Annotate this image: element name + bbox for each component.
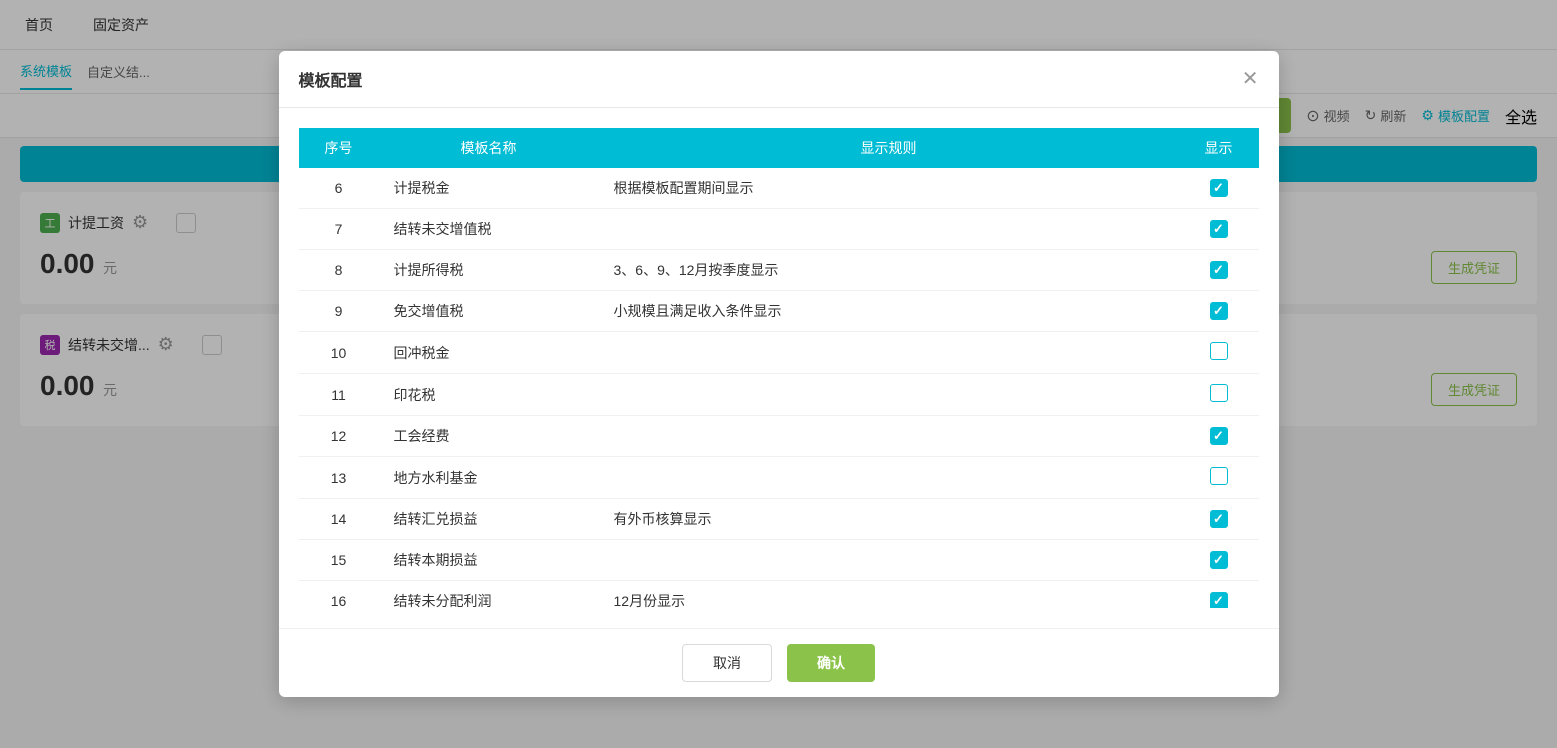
row-name-1: 结转未交增值税 [379,209,599,250]
col-header-name: 模板名称 [379,128,599,168]
modal-body: 序号 模板名称 显示规则 显示 6计提税金根据模板配置期间显示7结转未交增值税8… [279,108,1279,628]
row-check-cell-8 [1179,499,1259,540]
row-checkbox-5[interactable] [1210,384,1228,402]
row-index-6: 12 [299,416,379,457]
row-name-6: 工会经费 [379,416,599,457]
col-header-display: 显示 [1179,128,1259,168]
row-checkbox-0[interactable] [1210,179,1228,197]
table-scroll-container[interactable]: 序号 模板名称 显示规则 显示 6计提税金根据模板配置期间显示7结转未交增值税8… [299,128,1259,608]
modal-footer: 取消 确认 [279,628,1279,697]
table-body: 6计提税金根据模板配置期间显示7结转未交增值税8计提所得税3、6、9、12月按季… [299,168,1259,608]
table-row: 11印花税 [299,374,1259,416]
row-check-cell-2 [1179,250,1259,291]
row-name-9: 结转本期损益 [379,540,599,581]
col-header-rule: 显示规则 [599,128,1179,168]
row-check-cell-3 [1179,291,1259,332]
table-row: 6计提税金根据模板配置期间显示 [299,168,1259,209]
row-rule-9 [599,540,1179,581]
table-header: 序号 模板名称 显示规则 显示 [299,128,1259,168]
row-index-10: 16 [299,581,379,609]
row-name-7: 地方水利基金 [379,457,599,499]
row-checkbox-1[interactable] [1210,220,1228,238]
modal-close-button[interactable]: ✕ [1242,69,1259,89]
modal-template-config: 模板配置 ✕ 序号 模板名称 显示规则 显示 6计提税金根据模板配置期间显 [279,51,1279,697]
row-rule-1 [599,209,1179,250]
row-check-cell-7 [1179,457,1259,499]
modal-overlay: 模板配置 ✕ 序号 模板名称 显示规则 显示 6计提税金根据模板配置期间显 [0,0,1557,748]
table-row: 14结转汇兑损益有外币核算显示 [299,499,1259,540]
row-rule-0: 根据模板配置期间显示 [599,168,1179,209]
row-index-9: 15 [299,540,379,581]
row-index-5: 11 [299,374,379,416]
row-name-5: 印花税 [379,374,599,416]
col-header-index: 序号 [299,128,379,168]
row-check-cell-10 [1179,581,1259,609]
row-checkbox-3[interactable] [1210,302,1228,320]
row-checkbox-10[interactable] [1210,592,1228,608]
table-row: 7结转未交增值税 [299,209,1259,250]
table-row: 8计提所得税3、6、9、12月按季度显示 [299,250,1259,291]
row-checkbox-2[interactable] [1210,261,1228,279]
row-checkbox-4[interactable] [1210,342,1228,360]
row-name-8: 结转汇兑损益 [379,499,599,540]
row-name-2: 计提所得税 [379,250,599,291]
table-row: 12工会经费 [299,416,1259,457]
row-index-3: 9 [299,291,379,332]
row-name-10: 结转未分配利润 [379,581,599,609]
row-rule-2: 3、6、9、12月按季度显示 [599,250,1179,291]
row-checkbox-7[interactable] [1210,467,1228,485]
row-rule-6 [599,416,1179,457]
table-row: 10回冲税金 [299,332,1259,374]
row-name-3: 免交增值税 [379,291,599,332]
row-index-0: 6 [299,168,379,209]
row-index-2: 8 [299,250,379,291]
row-checkbox-9[interactable] [1210,551,1228,569]
row-checkbox-8[interactable] [1210,510,1228,528]
row-checkbox-6[interactable] [1210,427,1228,445]
row-index-8: 14 [299,499,379,540]
table-row: 16结转未分配利润12月份显示 [299,581,1259,609]
row-name-0: 计提税金 [379,168,599,209]
table-row: 15结转本期损益 [299,540,1259,581]
row-check-cell-9 [1179,540,1259,581]
row-rule-10: 12月份显示 [599,581,1179,609]
row-name-4: 回冲税金 [379,332,599,374]
confirm-button[interactable]: 确认 [787,644,875,682]
row-rule-4 [599,332,1179,374]
row-rule-8: 有外币核算显示 [599,499,1179,540]
row-check-cell-0 [1179,168,1259,209]
row-check-cell-1 [1179,209,1259,250]
cancel-button[interactable]: 取消 [682,644,772,682]
modal-header: 模板配置 ✕ [279,51,1279,108]
row-rule-7 [599,457,1179,499]
row-rule-5 [599,374,1179,416]
row-check-cell-6 [1179,416,1259,457]
row-index-7: 13 [299,457,379,499]
row-index-4: 10 [299,332,379,374]
row-index-1: 7 [299,209,379,250]
table-row: 9免交增值税小规模且满足收入条件显示 [299,291,1259,332]
row-rule-3: 小规模且满足收入条件显示 [599,291,1179,332]
config-table: 序号 模板名称 显示规则 显示 6计提税金根据模板配置期间显示7结转未交增值税8… [299,128,1259,608]
modal-title: 模板配置 [299,67,363,91]
row-check-cell-5 [1179,374,1259,416]
table-row: 13地方水利基金 [299,457,1259,499]
row-check-cell-4 [1179,332,1259,374]
